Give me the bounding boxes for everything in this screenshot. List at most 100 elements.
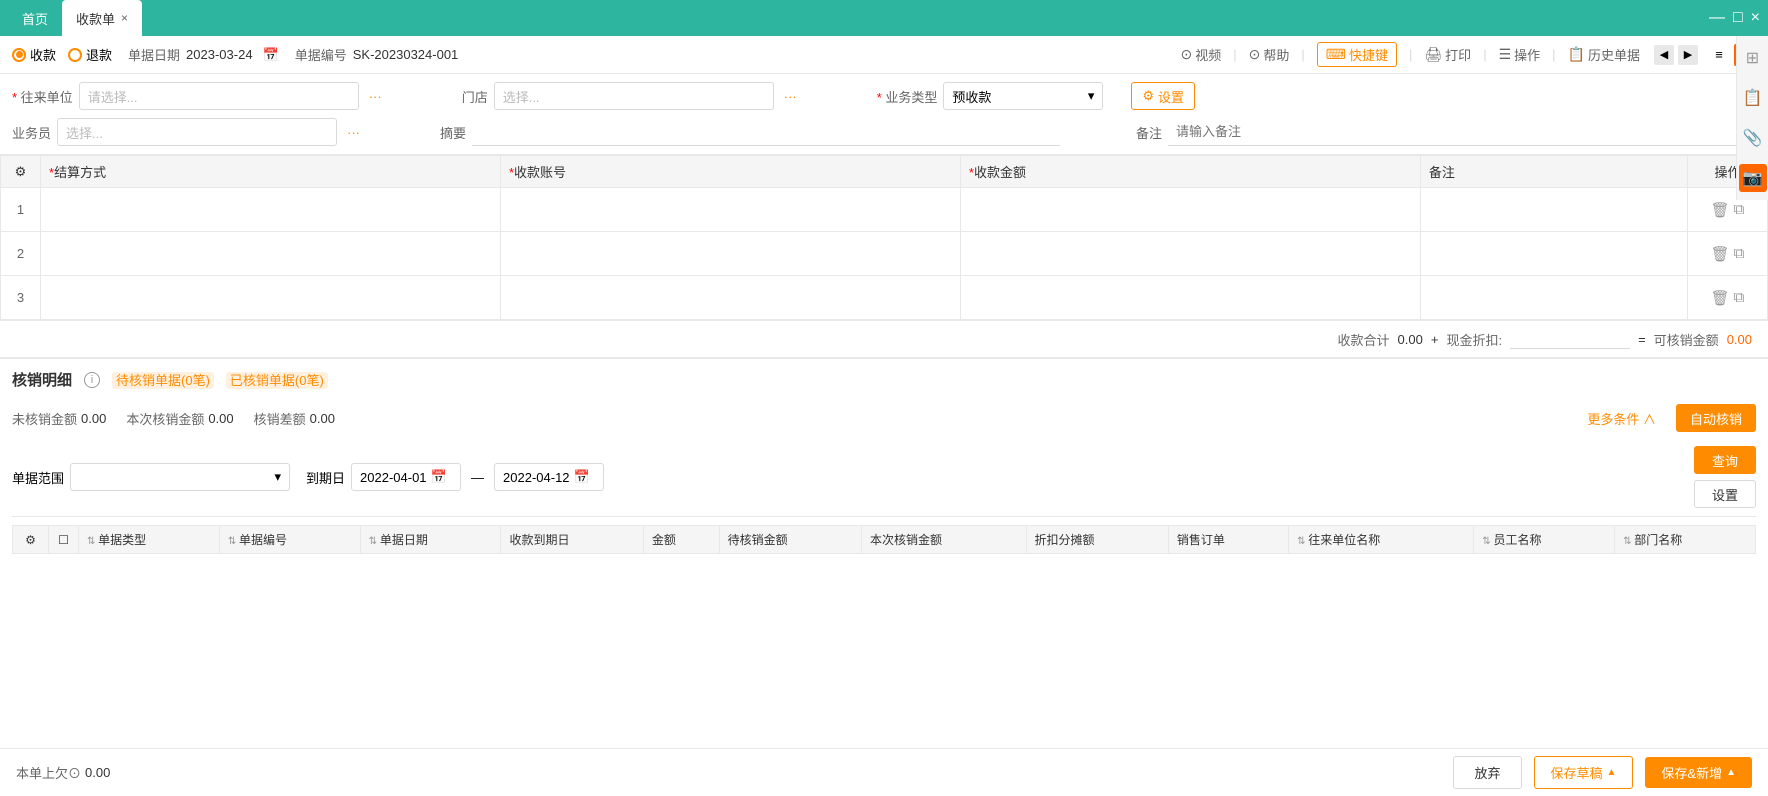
calendar-to-icon: 📅 <box>574 469 590 485</box>
right-panel-camera-icon[interactable]: 📷 <box>1739 164 1767 192</box>
partner-input[interactable]: 请选择... <box>79 82 359 110</box>
shop-more-btn[interactable]: ··· <box>780 89 801 104</box>
tab-close-icon[interactable]: × <box>121 11 128 25</box>
row-amount-1[interactable] <box>960 188 1420 232</box>
bottom-col-current: 本次核销金额 <box>862 526 1027 554</box>
row-delete-2[interactable]: 🗑 <box>1711 245 1730 263</box>
staff-input[interactable]: 选择... <box>57 118 337 146</box>
calendar-icon[interactable]: 📅 <box>263 47 279 63</box>
radio-shoukuan-label: 收款 <box>30 45 56 64</box>
bottom-col-amount: 金额 <box>643 526 719 554</box>
writeoff-title: 核销明细 <box>12 369 72 390</box>
radio-tuikuan[interactable]: 退款 <box>68 45 112 64</box>
list-view-icon[interactable]: ≡ <box>1708 44 1730 66</box>
bottom-col-settings[interactable]: ⚙ <box>13 526 49 554</box>
date-to-value: 2022-04-12 <box>503 470 570 485</box>
row-amount-2[interactable] <box>960 232 1420 276</box>
table-row: 2 🗑 ⧉ <box>1 232 1768 276</box>
print-icon: 🖨 <box>1424 46 1442 63</box>
help-icon: ⊙ <box>1249 46 1261 63</box>
help-btn[interactable]: ⊙ 帮助 <box>1249 45 1290 64</box>
date-field: 单据日期 2023-03-24 📅 <box>128 45 279 64</box>
table-row: 3 🗑 ⧉ <box>1 276 1768 320</box>
row-account-1[interactable] <box>500 188 960 232</box>
number-value: SK-20230324-001 <box>353 47 459 62</box>
row-copy-2[interactable]: ⧉ <box>1734 245 1745 262</box>
window-controls: — □ × <box>1709 9 1760 27</box>
remark-input[interactable] <box>1168 118 1756 146</box>
col-account: *收款账号 <box>500 156 960 188</box>
chevron-down-icon: ▾ <box>274 469 281 485</box>
form-row-2: 业务员 选择... ··· 摘要 备注 <box>12 118 1756 146</box>
done-label: 已核销单据(0笔) <box>226 372 328 389</box>
window-max-icon[interactable]: □ <box>1733 9 1743 27</box>
right-panel-table-icon[interactable]: ⊞ <box>1739 44 1767 72</box>
business-type-field: 业务类型 预收款 ▾ <box>877 82 1104 110</box>
row-remark-1[interactable] <box>1420 188 1687 232</box>
window-min-icon[interactable]: — <box>1709 9 1725 27</box>
operation-btn[interactable]: ☰ 操作 <box>1499 45 1541 64</box>
date-from-input[interactable]: 2022-04-01 📅 <box>351 463 461 491</box>
col-settings[interactable]: ⚙ <box>1 156 41 188</box>
print-btn[interactable]: 🖨 打印 <box>1424 45 1471 64</box>
query-btn[interactable]: 查询 <box>1694 446 1756 474</box>
done-tab[interactable]: 已核销单据(0笔) <box>226 370 328 389</box>
row-account-3[interactable] <box>500 276 960 320</box>
draft-btn[interactable]: 保存草稿 ▲ <box>1534 756 1634 789</box>
tab-home[interactable]: 首页 <box>8 0 62 36</box>
range-select[interactable]: ▾ <box>70 463 290 491</box>
settings-button[interactable]: ⚙ 设置 <box>1131 82 1195 110</box>
bottom-col-dept: 部门名称 <box>1615 526 1756 554</box>
right-panel-attach-icon[interactable]: 📎 <box>1739 124 1767 152</box>
right-panel-doc-icon[interactable]: 📋 <box>1739 84 1767 112</box>
info-icon[interactable]: i <box>84 372 100 388</box>
prev-arrow[interactable]: ◀ <box>1654 45 1674 65</box>
staff-more-btn[interactable]: ··· <box>343 125 364 140</box>
video-btn[interactable]: ⊙ 视频 <box>1180 45 1221 64</box>
radio-dot-tuikuan <box>68 48 82 62</box>
date-to-input[interactable]: 2022-04-12 📅 <box>494 463 604 491</box>
tab-bar: 首页 收款单 × — □ × <box>0 0 1768 36</box>
row-account-2[interactable] <box>500 232 960 276</box>
row-payment-2[interactable] <box>41 232 501 276</box>
summary-input[interactable] <box>472 118 1060 146</box>
settings-btn2[interactable]: 设置 <box>1694 480 1756 508</box>
available-label: 可核销金额 <box>1654 330 1719 349</box>
nav-arrows: ◀ ▶ <box>1654 45 1698 65</box>
row-actions-2: 🗑 ⧉ <box>1696 245 1759 263</box>
row-remark-2[interactable] <box>1420 232 1687 276</box>
shop-input[interactable]: 选择... <box>494 82 774 110</box>
radio-tuikuan-label: 退款 <box>86 45 112 64</box>
more-conditions-btn[interactable]: 更多条件 ∧ <box>1587 409 1656 428</box>
row-delete-3[interactable]: 🗑 <box>1711 289 1730 307</box>
bottom-bar: 本单上欠⊙ 0.00 放弃 保存草稿 ▲ 保存&新增 ▲ <box>0 748 1768 796</box>
shortcut-btn[interactable]: ⌨ 快捷键 <box>1317 42 1397 67</box>
form-area: 往来单位 请选择... ··· 门店 选择... ··· 业务类型 预收款 ▾ <box>0 74 1768 155</box>
partner-field: 往来单位 请选择... ··· <box>12 82 386 110</box>
business-type-select[interactable]: 预收款 ▾ <box>943 82 1103 110</box>
auto-writeoff-btn[interactable]: 自动核销 <box>1676 404 1756 432</box>
row-actions-3: 🗑 ⧉ <box>1696 289 1759 307</box>
row-copy-3[interactable]: ⧉ <box>1734 289 1745 306</box>
pending-tab[interactable]: 待核销单据(0笔) <box>112 370 214 389</box>
window-close-icon[interactable]: × <box>1751 9 1760 27</box>
row-remark-3[interactable] <box>1420 276 1687 320</box>
tab-active[interactable]: 收款单 × <box>62 0 142 36</box>
form-row-1: 往来单位 请选择... ··· 门店 选择... ··· 业务类型 预收款 ▾ <box>12 82 1756 110</box>
row-payment-3[interactable] <box>41 276 501 320</box>
row-amount-3[interactable] <box>960 276 1420 320</box>
row-delete-1[interactable]: 🗑 <box>1711 201 1730 219</box>
row-payment-1[interactable] <box>41 188 501 232</box>
discount-input[interactable] <box>1510 329 1630 349</box>
history-btn[interactable]: 📋 历史单据 <box>1568 45 1640 64</box>
abandon-btn[interactable]: 放弃 <box>1453 756 1521 789</box>
row-copy-1[interactable]: ⧉ <box>1734 201 1745 218</box>
partner-more-btn[interactable]: ··· <box>365 89 386 104</box>
shop-placeholder: 选择... <box>503 87 540 106</box>
next-arrow[interactable]: ▶ <box>1678 45 1698 65</box>
row-actions-1: 🗑 ⧉ <box>1696 201 1759 219</box>
radio-shoukuan[interactable]: 收款 <box>12 45 56 64</box>
bottom-col-check[interactable]: ☐ <box>49 526 79 554</box>
save-new-btn[interactable]: 保存&新增 ▲ <box>1645 757 1752 788</box>
business-type-value: 预收款 <box>952 87 991 106</box>
